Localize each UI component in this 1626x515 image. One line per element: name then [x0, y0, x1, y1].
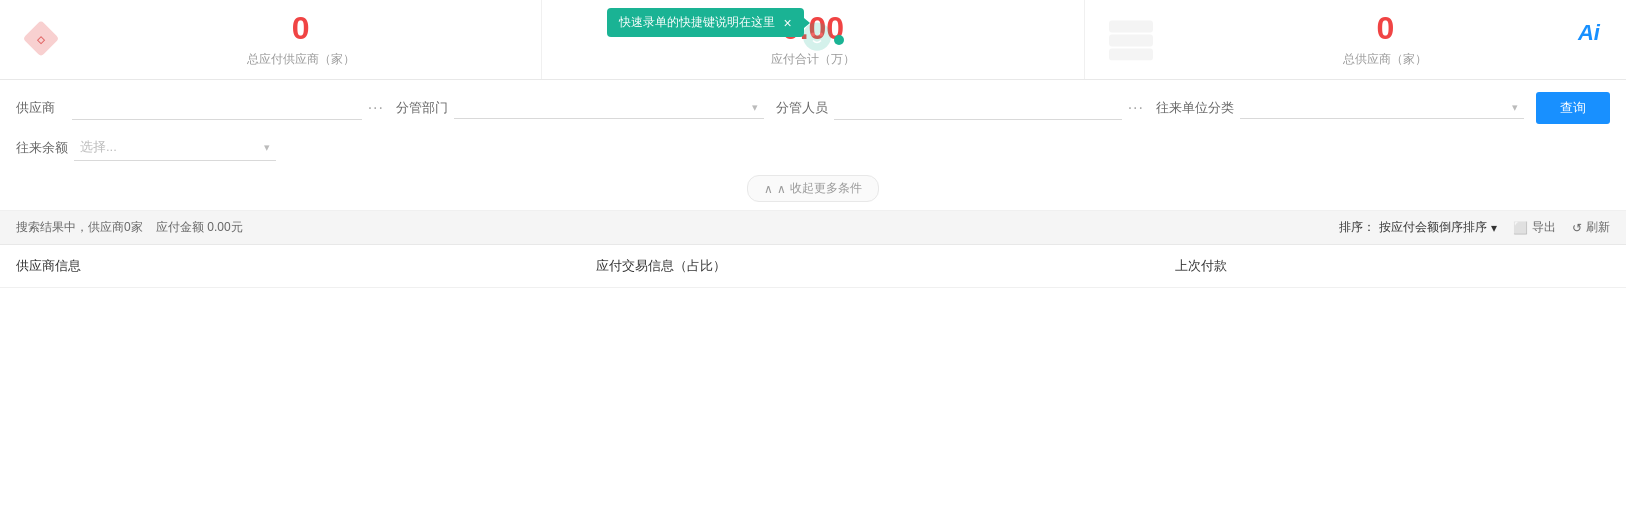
total-suppliers-value: 0	[1376, 11, 1394, 46]
ai-badge[interactable]: Ai	[1578, 20, 1600, 46]
svg-rect-9	[1109, 34, 1153, 46]
filter-balance: 往来余额 选择... ▾	[16, 134, 276, 161]
export-btn[interactable]: ⬜ 导出	[1513, 219, 1556, 236]
department-label: 分管部门	[396, 99, 448, 117]
svg-rect-10	[1109, 48, 1153, 60]
supplier-label: 供应商	[16, 99, 66, 117]
balance-label: 往来余额	[16, 139, 68, 157]
unit-class-chevron-icon: ▾	[1512, 101, 1518, 114]
result-summary-text: 搜索结果中，供应商0家	[16, 220, 143, 234]
total-payable-suppliers-label: 总应付供应商（家）	[247, 51, 355, 68]
manager-label: 分管人员	[776, 99, 828, 117]
svg-rect-8	[1109, 20, 1153, 32]
tooltip-dot	[834, 35, 844, 45]
filter-unit-class: 往来单位分类 ▾	[1156, 97, 1524, 119]
diamond-icon: ◇	[20, 17, 62, 62]
tooltip-bubble: 快速录单的快捷键说明在这里 ×	[607, 8, 803, 37]
stat-payable-total: 0.00 应付合计（万） 快速录单的快捷键说明在这里 ×	[542, 0, 1084, 79]
svg-text:◇: ◇	[36, 33, 46, 44]
balance-select[interactable]: 选择... ▾	[74, 134, 276, 161]
collapse-label: 收起更多条件	[790, 180, 862, 197]
result-amount-text: 应付金额 0.00元	[156, 220, 243, 234]
result-bar: 搜索结果中，供应商0家 应付金额 0.00元 排序： 按应付会额倒序排序 ▾ ⬜…	[0, 211, 1626, 245]
col-info-header: 供应商信息	[16, 257, 596, 275]
tooltip-close-btn[interactable]: ×	[783, 16, 791, 30]
coin-stack-icon	[1105, 16, 1157, 63]
svg-point-6	[811, 32, 815, 36]
balance-placeholder: 选择...	[80, 138, 264, 156]
filter-row-1: 供应商 ··· 分管部门 ▾ 分管人员 ··· 往来单位分类 ▾ 查询	[16, 92, 1610, 124]
filter-manager: 分管人员 ···	[776, 96, 1144, 120]
sort-chevron-icon: ▾	[1491, 221, 1497, 235]
sort-value: 按应付会额倒序排序	[1379, 219, 1487, 236]
result-summary: 搜索结果中，供应商0家 应付金额 0.00元	[16, 219, 243, 236]
sort-select[interactable]: 排序： 按应付会额倒序排序 ▾	[1339, 219, 1497, 236]
filter-department: 分管部门 ▾	[396, 97, 764, 119]
department-select[interactable]: ▾	[454, 97, 764, 119]
supplier-dots-btn[interactable]: ···	[368, 99, 384, 117]
tooltip-text: 快速录单的快捷键说明在这里	[619, 14, 775, 31]
unit-class-select[interactable]: ▾	[1240, 97, 1524, 119]
collapse-btn-wrap: ∧ ∧ 收起更多条件	[16, 171, 1610, 210]
stats-bar: ◇ 0 总应付供应商（家） 0.00 应付合计（万）	[0, 0, 1626, 80]
sort-label: 排序：	[1339, 219, 1375, 236]
stat-total-payable-suppliers: ◇ 0 总应付供应商（家）	[0, 0, 542, 79]
supplier-input[interactable]	[72, 96, 362, 120]
result-actions: 排序： 按应付会额倒序排序 ▾ ⬜ 导出 ↺ 刷新	[1339, 219, 1610, 236]
filter-bar: 供应商 ··· 分管部门 ▾ 分管人员 ··· 往来单位分类 ▾ 查询	[0, 80, 1626, 211]
col-trade-header: 应付交易信息（占比）	[596, 257, 1176, 275]
filter-row-2: 往来余额 选择... ▾	[16, 134, 1610, 161]
export-icon: ⬜	[1513, 221, 1528, 235]
svg-point-5	[809, 42, 825, 50]
export-label: 导出	[1532, 219, 1556, 236]
table-header: 供应商信息 应付交易信息（占比） 上次付款	[0, 245, 1626, 288]
stat-total-suppliers: 0 总供应商（家） Ai	[1085, 0, 1626, 79]
balance-chevron-icon: ▾	[264, 141, 270, 154]
manager-input[interactable]	[834, 96, 1122, 120]
refresh-icon: ↺	[1572, 221, 1582, 235]
query-button[interactable]: 查询	[1536, 92, 1610, 124]
filter-supplier: 供应商 ···	[16, 96, 384, 120]
unit-class-label: 往来单位分类	[1156, 99, 1234, 117]
total-payable-suppliers-value: 0	[292, 11, 310, 46]
manager-dots-btn[interactable]: ···	[1128, 99, 1144, 117]
department-chevron-icon: ▾	[752, 101, 758, 114]
table-body	[0, 288, 1626, 515]
collapse-up-icon: ∧ ∧	[764, 182, 785, 196]
total-suppliers-label: 总供应商（家）	[1343, 51, 1427, 68]
refresh-btn[interactable]: ↺ 刷新	[1572, 219, 1610, 236]
svg-point-7	[819, 32, 823, 36]
col-payment-header: 上次付款	[1175, 257, 1610, 275]
refresh-label: 刷新	[1586, 219, 1610, 236]
collapse-button[interactable]: ∧ ∧ 收起更多条件	[747, 175, 878, 202]
